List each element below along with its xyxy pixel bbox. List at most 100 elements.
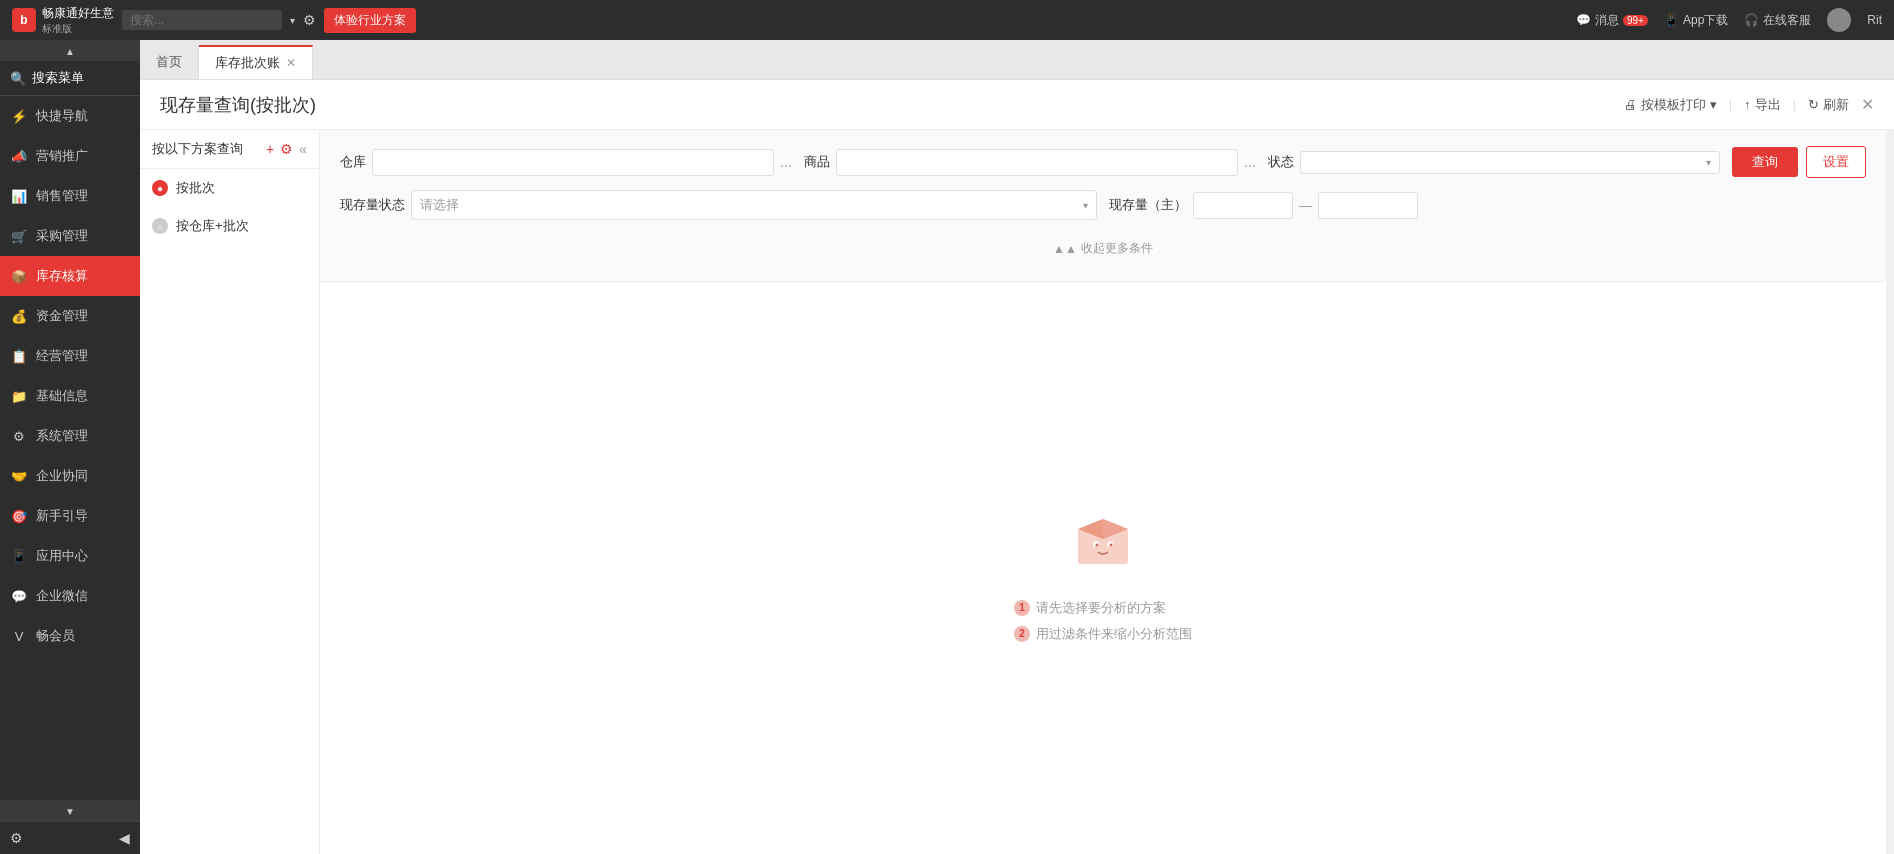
- basic-icon: 📁: [10, 387, 28, 405]
- sidebar-item-appcenter[interactable]: 📱 应用中心: [0, 536, 140, 576]
- refresh-btn[interactable]: ↻ 刷新: [1808, 96, 1849, 114]
- by-batch-label: 按批次: [176, 179, 215, 197]
- user-name: Rit: [1867, 13, 1882, 27]
- tab-inventory-batch[interactable]: 库存批次账 ✕: [199, 45, 313, 79]
- tab-inventory-batch-label: 库存批次账: [215, 54, 280, 72]
- vip-icon: V: [10, 627, 28, 645]
- sidebar-item-operations[interactable]: 📋 经营管理: [0, 336, 140, 376]
- footer-settings-icon[interactable]: ⚙: [10, 830, 23, 846]
- content-area: 首页 库存批次账 ✕ 现存量查询(按批次) 🖨 按模板打印 ▾ | ↑ 导出: [140, 40, 1894, 854]
- inventory-status-select-text: 请选择: [420, 196, 1079, 214]
- warehouse-more-icon[interactable]: ...: [780, 154, 792, 170]
- sidebar-footer: ⚙ ◀: [0, 821, 140, 854]
- print-label: 按模板打印: [1641, 96, 1706, 114]
- query-btn[interactable]: 查询: [1732, 147, 1798, 177]
- sidebar-item-wechat[interactable]: 💬 企业微信: [0, 576, 140, 616]
- top-bar: b 畅康通好生意 标准版 ▾ ⚙ 体验行业方案 💬 消息 99+ 📱 App下载…: [0, 0, 1894, 40]
- wechat-icon: 💬: [10, 587, 28, 605]
- status-select[interactable]: ▾: [1300, 151, 1720, 174]
- logo-area: b 畅康通好生意 标准版: [12, 5, 114, 36]
- inventory-qty-group: 现存量（主） —: [1109, 192, 1866, 219]
- inventory-qty-to-input[interactable]: [1318, 192, 1418, 219]
- app-download-label: App下载: [1683, 12, 1728, 29]
- search-main: 按以下方案查询 + ⚙ « ● 按批次 ○ 按仓库+批次: [140, 130, 1894, 854]
- newguide-icon: 🎯: [10, 507, 28, 525]
- product-input[interactable]: [836, 149, 1238, 176]
- sidebar-scroll-up[interactable]: ▲: [0, 40, 140, 61]
- inventory-status-select[interactable]: 请选择 ▾: [411, 190, 1097, 220]
- inventory-qty-dash: —: [1299, 198, 1312, 213]
- finance-icon: 💰: [10, 307, 28, 325]
- scheme-item-by-batch[interactable]: ● 按批次: [140, 169, 319, 207]
- sidebar-item-enterprise[interactable]: 🤝 企业协同: [0, 456, 140, 496]
- header-actions: 🖨 按模板打印 ▾ | ↑ 导出 | ↻ 刷新 ✕: [1624, 95, 1874, 114]
- sidebar-item-finance[interactable]: 💰 资金管理: [0, 296, 140, 336]
- purchase-icon: 🛒: [10, 227, 28, 245]
- tab-close-icon[interactable]: ✕: [286, 56, 296, 70]
- panel-settings-icon[interactable]: ⚙: [280, 141, 293, 157]
- sidebar-item-system[interactable]: ⚙ 系统管理: [0, 416, 140, 456]
- scheme-items-container: ● 按批次 ○ 按仓库+批次: [140, 169, 319, 245]
- sidebar-item-newguide[interactable]: 🎯 新手引导: [0, 496, 140, 536]
- settings-btn[interactable]: 设置: [1806, 146, 1866, 178]
- online-service-label: 在线客服: [1763, 12, 1811, 29]
- main-layout: ▲ 🔍 搜索菜单 ⚡ 快捷导航 📣 营销推广 📊 销售管理 🛒 采购管理 📦 库…: [0, 40, 1894, 854]
- print-dropdown-icon[interactable]: ▾: [1710, 97, 1717, 112]
- panel-add-icon[interactable]: +: [266, 141, 274, 157]
- sidebar-item-label-inventory: 库存核算: [36, 267, 88, 285]
- status-label: 状态: [1268, 153, 1294, 171]
- messages-btn[interactable]: 💬 消息 99+: [1576, 12, 1648, 29]
- top-settings-icon[interactable]: ⚙: [303, 12, 316, 28]
- sidebar-item-label-shortcut: 快捷导航: [36, 107, 88, 125]
- by-warehouse-batch-dot: ○: [152, 218, 168, 234]
- sidebar-item-inventory[interactable]: 📦 库存核算: [0, 256, 140, 296]
- search-dropdown-icon[interactable]: ▾: [290, 15, 295, 26]
- tab-home[interactable]: 首页: [140, 45, 199, 79]
- sidebar-items-container: ⚡ 快捷导航 📣 营销推广 📊 销售管理 🛒 采购管理 📦 库存核算 💰 资金管…: [0, 96, 140, 656]
- warehouse-input[interactable]: [372, 149, 774, 176]
- sidebar-bottom: ▼ ⚙ ◀: [0, 800, 140, 854]
- print-btn[interactable]: 🖨 按模板打印 ▾: [1624, 96, 1717, 114]
- product-more-icon[interactable]: ...: [1244, 154, 1256, 170]
- logo-icon: b: [12, 8, 36, 32]
- sidebar-item-basic[interactable]: 📁 基础信息: [0, 376, 140, 416]
- sidebar-item-label-sales: 销售管理: [36, 187, 88, 205]
- brand-name: 畅康通好生意: [42, 5, 114, 22]
- inv-status-dropdown-icon: ▾: [1083, 200, 1088, 211]
- panel-collapse-icon[interactable]: «: [299, 141, 307, 157]
- sidebar-item-label-enterprise: 企业协同: [36, 467, 88, 485]
- empty-illustration: [1058, 489, 1148, 579]
- export-label: 导出: [1755, 96, 1781, 114]
- sidebar-item-sales[interactable]: 📊 销售管理: [0, 176, 140, 216]
- sidebar-item-shortcut[interactable]: ⚡ 快捷导航: [0, 96, 140, 136]
- sidebar-scroll-down[interactable]: ▼: [0, 800, 140, 821]
- right-scroll[interactable]: [1886, 130, 1894, 854]
- sidebar-item-vip[interactable]: V 畅会员: [0, 616, 140, 656]
- filter-row-1: 仓库 ... 商品 ... 状态: [340, 146, 1866, 178]
- scheme-item-by-warehouse-batch[interactable]: ○ 按仓库+批次: [140, 207, 319, 245]
- operations-icon: 📋: [10, 347, 28, 365]
- export-btn[interactable]: ↑ 导出: [1744, 96, 1781, 114]
- sidebar-item-marketing[interactable]: 📣 营销推广: [0, 136, 140, 176]
- close-panel-btn[interactable]: ✕: [1861, 95, 1874, 114]
- appcenter-icon: 📱: [10, 547, 28, 565]
- service-icon: 🎧: [1744, 13, 1759, 27]
- empty-tip-row-2: 2 用过滤条件来缩小分析范围: [1014, 621, 1192, 647]
- sidebar-item-label-purchase: 采购管理: [36, 227, 88, 245]
- top-bar-right: 💬 消息 99+ 📱 App下载 🎧 在线客服 Rit: [1576, 8, 1882, 32]
- app-download-btn[interactable]: 📱 App下载: [1664, 12, 1728, 29]
- sidebar-search-item[interactable]: 🔍 搜索菜单: [0, 61, 140, 96]
- tip2-text: 用过滤条件来缩小分析范围: [1036, 621, 1192, 647]
- empty-icon-wrapper: [1058, 489, 1148, 579]
- footer-collapse-icon[interactable]: ◀: [119, 830, 130, 846]
- top-bar-left: b 畅康通好生意 标准版 ▾ ⚙ 体验行业方案: [12, 5, 416, 36]
- collapse-more-btn[interactable]: ▲▲ 收起更多条件: [340, 232, 1866, 265]
- inventory-qty-from-input[interactable]: [1193, 192, 1293, 219]
- experience-btn[interactable]: 体验行业方案: [324, 8, 416, 33]
- tip2-num: 2: [1014, 626, 1030, 642]
- top-search-input[interactable]: [122, 10, 282, 30]
- shortcut-icon: ⚡: [10, 107, 28, 125]
- online-service-btn[interactable]: 🎧 在线客服: [1744, 12, 1811, 29]
- sidebar-item-purchase[interactable]: 🛒 采购管理: [0, 216, 140, 256]
- user-avatar[interactable]: [1827, 8, 1851, 32]
